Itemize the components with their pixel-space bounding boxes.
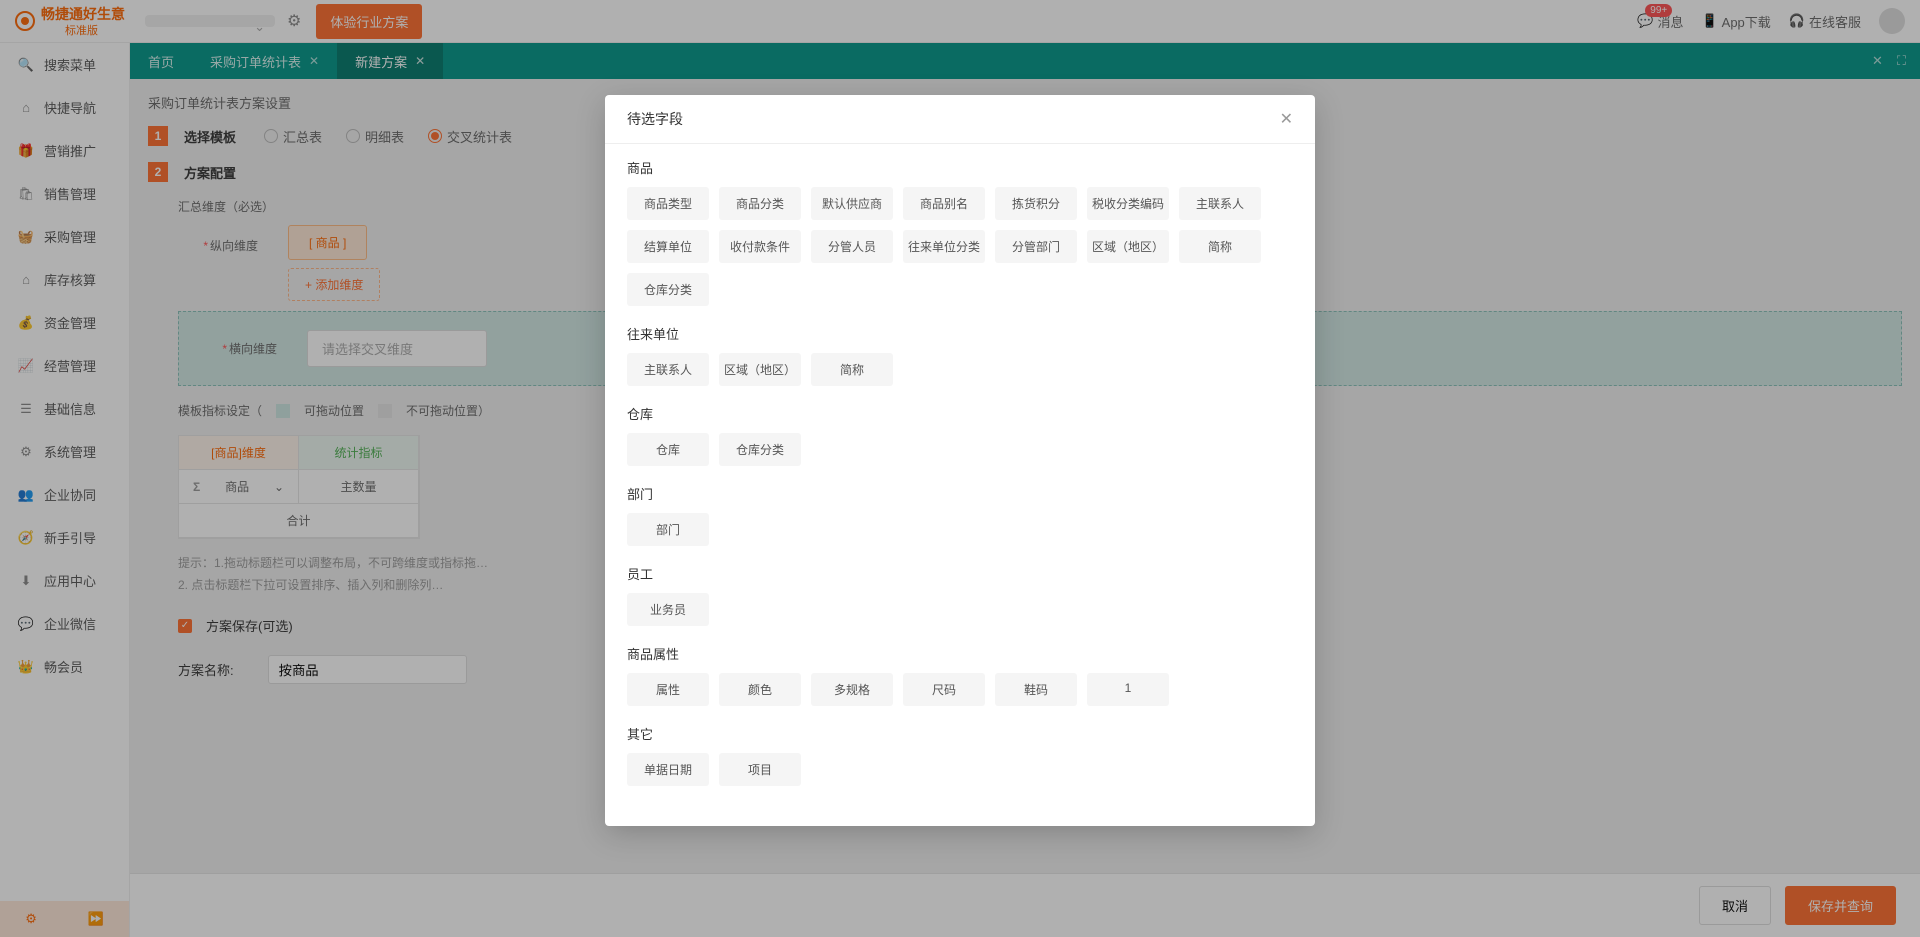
- field-chip-部门[interactable]: 部门: [627, 513, 709, 546]
- field-chip-往来单位分类[interactable]: 往来单位分类: [903, 230, 985, 263]
- field-group-商品: 商品商品类型商品分类默认供应商商品别名拣货积分税收分类编码主联系人结算单位收付款…: [627, 158, 1293, 306]
- field-group-仓库: 仓库仓库仓库分类: [627, 404, 1293, 466]
- field-chip-属性[interactable]: 属性: [627, 673, 709, 706]
- field-chip-主联系人[interactable]: 主联系人: [627, 353, 709, 386]
- field-chip-主联系人[interactable]: 主联系人: [1179, 187, 1261, 220]
- field-group-title: 商品属性: [627, 644, 1293, 663]
- field-chip-仓库分类[interactable]: 仓库分类: [627, 273, 709, 306]
- field-group-商品属性: 商品属性属性颜色多规格尺码鞋码 1: [627, 644, 1293, 706]
- modal-overlay[interactable]: 待选字段 ✕ 商品商品类型商品分类默认供应商商品别名拣货积分税收分类编码主联系人…: [0, 0, 1920, 937]
- field-group-其它: 其它单据日期项目: [627, 724, 1293, 786]
- modal-close-icon[interactable]: ✕: [1280, 109, 1293, 129]
- field-chip-商品类型[interactable]: 商品类型: [627, 187, 709, 220]
- field-chip-尺码[interactable]: 尺码: [903, 673, 985, 706]
- field-group-title: 员工: [627, 564, 1293, 583]
- field-chip-多规格[interactable]: 多规格: [811, 673, 893, 706]
- field-group-往来单位: 往来单位主联系人区域（地区） 简称: [627, 324, 1293, 386]
- field-chip-单据日期[interactable]: 单据日期: [627, 753, 709, 786]
- field-group-部门: 部门部门: [627, 484, 1293, 546]
- field-chip-简称[interactable]: 简称: [1179, 230, 1261, 263]
- field-chip-区域（地区）[interactable]: 区域（地区）: [1087, 230, 1169, 263]
- modal-title: 待选字段: [627, 109, 683, 129]
- field-chip-分管人员[interactable]: 分管人员: [811, 230, 893, 263]
- field-chip-拣货积分[interactable]: 拣货积分: [995, 187, 1077, 220]
- field-group-title: 部门: [627, 484, 1293, 503]
- field-chip-仓库分类[interactable]: 仓库分类: [719, 433, 801, 466]
- field-chip-结算单位[interactable]: 结算单位: [627, 230, 709, 263]
- field-group-title: 其它: [627, 724, 1293, 743]
- field-chip-区域（地区）[interactable]: 区域（地区）: [719, 353, 801, 386]
- field-chip-收付款条件[interactable]: 收付款条件: [719, 230, 801, 263]
- field-chip-简称[interactable]: 简称: [811, 353, 893, 386]
- field-modal: 待选字段 ✕ 商品商品类型商品分类默认供应商商品别名拣货积分税收分类编码主联系人…: [605, 95, 1315, 826]
- field-group-title: 仓库: [627, 404, 1293, 423]
- field-chip-业务员[interactable]: 业务员: [627, 593, 709, 626]
- field-chip-默认供应商[interactable]: 默认供应商: [811, 187, 893, 220]
- field-chip-鞋码[interactable]: 鞋码: [995, 673, 1077, 706]
- field-chip-商品分类[interactable]: 商品分类: [719, 187, 801, 220]
- field-chip-商品别名[interactable]: 商品别名: [903, 187, 985, 220]
- field-chip-税收分类编码[interactable]: 税收分类编码: [1087, 187, 1169, 220]
- field-group-title: 商品: [627, 158, 1293, 177]
- field-chip-项目[interactable]: 项目: [719, 753, 801, 786]
- field-group-title: 往来单位: [627, 324, 1293, 343]
- field-chip-仓库[interactable]: 仓库: [627, 433, 709, 466]
- field-chip-分管部门[interactable]: 分管部门: [995, 230, 1077, 263]
- field-chip-1[interactable]: 1: [1087, 673, 1169, 706]
- field-chip-颜色[interactable]: 颜色: [719, 673, 801, 706]
- field-group-员工: 员工业务员: [627, 564, 1293, 626]
